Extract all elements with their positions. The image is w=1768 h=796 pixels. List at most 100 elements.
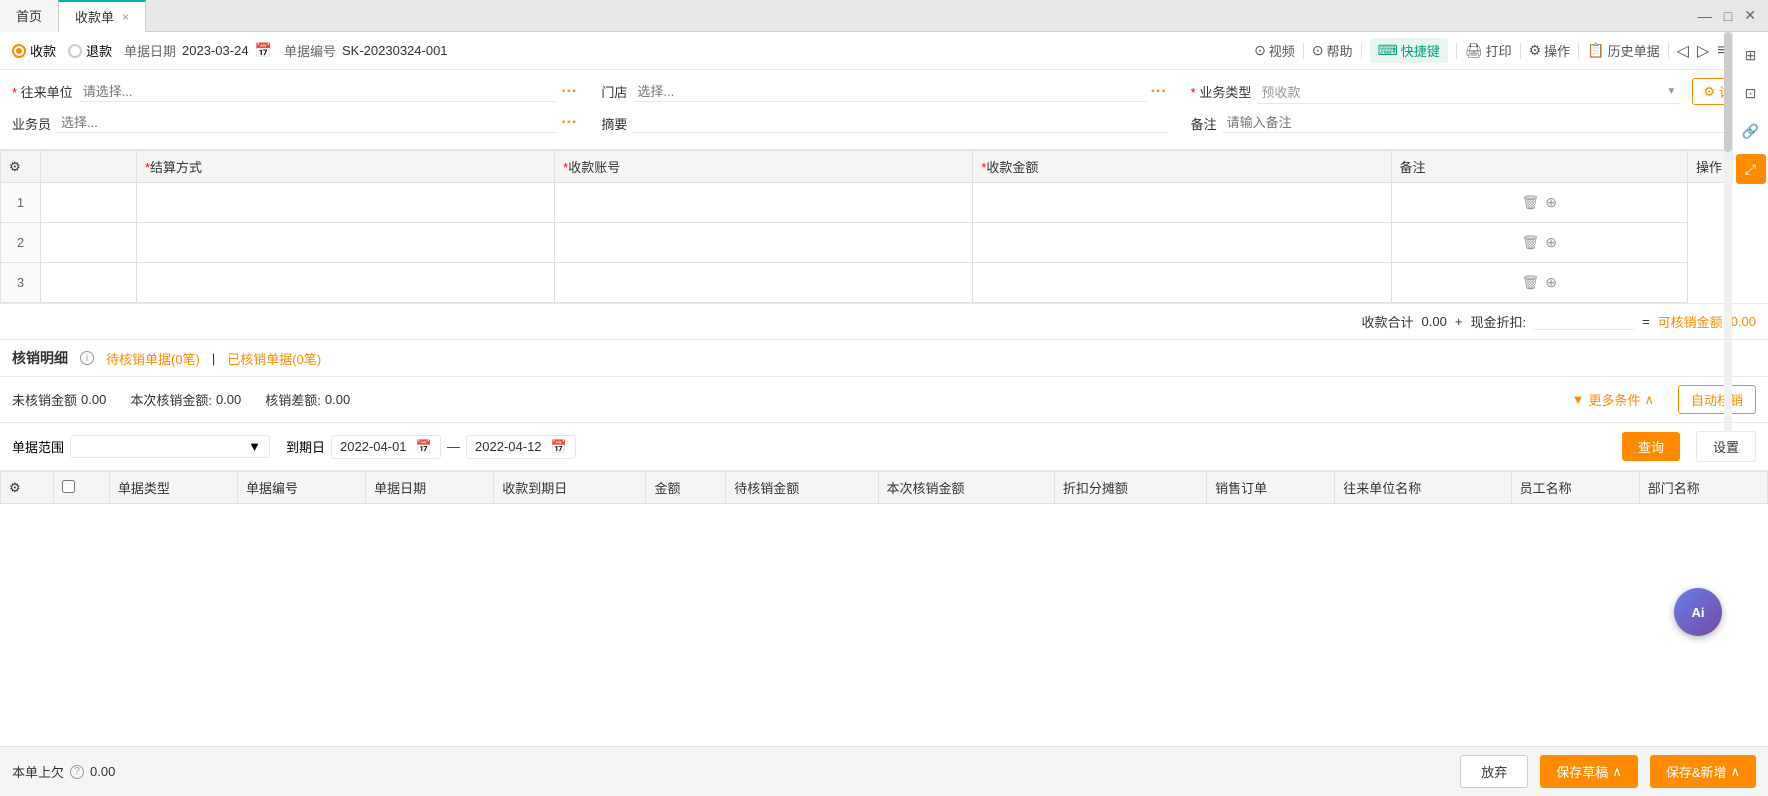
row-2-settlement[interactable] [41, 223, 137, 263]
row-2-account[interactable] [136, 223, 554, 263]
restore-icon[interactable]: □ [1720, 6, 1736, 26]
tab-close-icon[interactable]: × [122, 10, 129, 24]
ai-float-button[interactable]: Ai [1674, 588, 1722, 636]
row-3-remark[interactable] [973, 263, 1391, 303]
date-to-calendar-icon[interactable]: 📅 [551, 439, 567, 455]
store-more-btn[interactable]: ··· [1151, 83, 1167, 101]
nav-next-icon[interactable]: ▷ [1697, 41, 1709, 61]
save-draft-chevron: ∧ [1612, 764, 1622, 780]
row-3-amount[interactable] [555, 263, 973, 303]
calendar-icon[interactable]: 📅 [255, 42, 272, 59]
sidebar-icon-2[interactable]: ⊡ [1736, 78, 1766, 108]
sidebar-icon-4[interactable]: ⤢ [1736, 154, 1766, 184]
table-row: 3 🗑 ⊕ [1, 263, 1768, 303]
row-1-copy-icon[interactable]: ⊕ [1545, 194, 1557, 211]
row-3-copy-icon[interactable]: ⊕ [1545, 274, 1557, 291]
doc-date-th: 单据日期 [366, 472, 494, 504]
radio-refund[interactable]: 退款 [68, 41, 112, 60]
abstract-label: 摘要 [601, 114, 627, 133]
counterpart-more-btn[interactable]: ··· [561, 83, 577, 101]
query-button[interactable]: 查询 [1622, 432, 1680, 461]
range-filter: 单据范围 ▼ [12, 435, 270, 458]
nav-prev-icon[interactable]: ◁ [1677, 41, 1689, 61]
pending-amount-th: 待核销金额 [726, 472, 878, 504]
shortcut-btn[interactable]: ⌨ 快捷键 [1370, 38, 1448, 63]
row-3-account[interactable] [136, 263, 554, 303]
operation-btn[interactable]: ⚙ 操作 [1529, 41, 1571, 60]
row-3-delete-icon[interactable]: 🗑 [1522, 274, 1540, 291]
done-tab[interactable]: 已核销单据(0笔) [227, 349, 321, 368]
sidebar-icon-1[interactable]: ⊞ [1736, 40, 1766, 70]
counterpart-input[interactable] [79, 82, 558, 102]
date-from-input[interactable]: 2022-04-01 📅 [331, 435, 441, 459]
save-new-button[interactable]: 保存&新增 ∧ [1650, 755, 1756, 788]
row-3-settlement[interactable] [41, 263, 137, 303]
store-label: 门店 [601, 82, 627, 101]
save-draft-label: 保存草稿 [1556, 762, 1608, 781]
close-icon[interactable]: ✕ [1740, 5, 1760, 26]
tab-receipt[interactable]: 收款单 × [58, 0, 146, 32]
row-2-amount[interactable] [555, 223, 973, 263]
row-1-remark[interactable] [973, 183, 1391, 223]
row-1-settlement[interactable] [41, 183, 137, 223]
toolbar: 收款 退款 单据日期 2023-03-24 📅 单据编号 SK-20230324… [0, 32, 1768, 70]
row-1-amount[interactable] [555, 183, 973, 223]
scrollbar-thumb[interactable] [1724, 32, 1732, 152]
video-btn[interactable]: ⊙ 视频 [1254, 41, 1295, 60]
gear-col-th[interactable]: ⚙ [1, 472, 54, 504]
scrollbar[interactable] [1724, 32, 1732, 432]
footer-value: 0.00 [90, 764, 115, 779]
date-from-calendar-icon[interactable]: 📅 [416, 439, 432, 455]
counterpart-label: 往来单位 [12, 82, 73, 101]
equals-sign: = [1642, 314, 1650, 329]
main-content: 收款 退款 单据日期 2023-03-24 📅 单据编号 SK-20230324… [0, 32, 1768, 796]
tab-home[interactable]: 首页 [0, 0, 58, 32]
save-draft-button[interactable]: 保存草稿 ∧ [1540, 755, 1638, 788]
row-1-delete-icon[interactable]: 🗑 [1522, 194, 1540, 211]
pending-tab[interactable]: 待核销单据(0笔) [106, 349, 200, 368]
business-type-field: 业务类型 预收款 ▼ ⚙ 设置 [1191, 78, 1756, 105]
detail-table: ⚙ *结算方式 *收款账号 *收款金额 备注 操作 1 [0, 150, 1768, 303]
doc-type-th: 单据类型 [109, 472, 237, 504]
row-num-th [41, 151, 137, 183]
business-type-select[interactable]: 预收款 ▼ [1257, 80, 1680, 104]
more-conditions-btn[interactable]: ▼ 更多条件 ∧ [1572, 390, 1654, 409]
gear-th[interactable]: ⚙ [1, 151, 41, 183]
select-all-checkbox[interactable] [62, 480, 75, 493]
verify-info-icon[interactable]: i [80, 351, 94, 365]
staff-input[interactable] [57, 113, 557, 133]
date-label: 单据日期 [124, 41, 176, 60]
date-to-input[interactable]: 2022-04-12 📅 [466, 435, 576, 459]
row-2-delete-icon[interactable]: 🗑 [1522, 234, 1540, 251]
row-2-remark[interactable] [973, 223, 1391, 263]
remark-input[interactable] [1223, 113, 1756, 133]
abstract-input[interactable] [633, 113, 1166, 133]
unverified-value: 0.00 [81, 392, 106, 407]
divider5 [1578, 43, 1579, 59]
store-input[interactable] [633, 82, 1146, 102]
business-type-value: 预收款 [1261, 82, 1666, 101]
history-btn[interactable]: 📋 历史单据 [1587, 41, 1659, 60]
footer-info-icon[interactable]: ? [70, 765, 84, 779]
history-label: 历史单据 [1608, 41, 1660, 60]
number-label: 单据编号 [284, 41, 336, 60]
staff-more-btn[interactable]: ··· [561, 114, 577, 132]
radio-receipt[interactable]: 收款 [12, 41, 56, 60]
print-btn[interactable]: 🖨 打印 [1465, 41, 1512, 60]
range-select[interactable]: ▼ [70, 435, 270, 458]
row-2-copy-icon[interactable]: ⊕ [1545, 234, 1557, 251]
verify-settings-button[interactable]: 设置 [1696, 431, 1756, 462]
checkbox-col-th[interactable] [54, 472, 110, 504]
minimize-icon[interactable]: — [1694, 6, 1716, 26]
abandon-button[interactable]: 放弃 [1460, 755, 1528, 788]
row-1-account[interactable] [136, 183, 554, 223]
help-btn[interactable]: ⊙ 帮助 [1312, 41, 1353, 60]
sidebar-icon-3[interactable]: 🔗 [1736, 116, 1766, 146]
store-field: 门店 ··· [601, 82, 1166, 102]
amount-col-th: 金额 [646, 472, 726, 504]
auto-verify-button[interactable]: 自动核销 [1678, 385, 1756, 414]
footer-label: 本单上欠 [12, 762, 64, 781]
discount-input[interactable] [1534, 314, 1634, 330]
radio-receipt-label: 收款 [30, 41, 56, 60]
divider3 [1456, 43, 1457, 59]
